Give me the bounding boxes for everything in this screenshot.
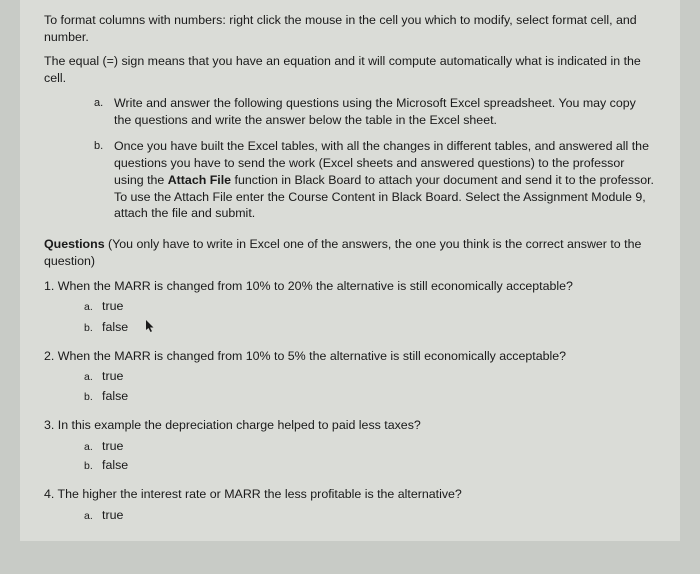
questions-heading-rest: (You only have to write in Excel one of … — [44, 237, 641, 268]
option-value: false — [102, 457, 128, 474]
option-value: true — [102, 438, 123, 455]
question-1-text: 1. When the MARR is changed from 10% to … — [44, 278, 656, 295]
question-1: 1. When the MARR is changed from 10% to … — [44, 278, 656, 336]
question-3-text: 3. In this example the depreciation char… — [44, 417, 656, 434]
option-marker: a. — [84, 370, 102, 384]
question-4: 4. The higher the interest rate or MARR … — [44, 486, 656, 523]
questions-heading-bold: Questions — [44, 237, 105, 251]
question-4-options: a. true — [84, 507, 656, 524]
option-value: true — [102, 507, 123, 524]
option-value: false — [102, 388, 128, 405]
option-value: true — [102, 368, 123, 385]
option-marker: b. — [84, 321, 102, 335]
option-value: true — [102, 298, 123, 315]
question-3: 3. In this example the depreciation char… — [44, 417, 656, 474]
question-3-option-a: a. true — [84, 438, 656, 455]
option-marker: a. — [84, 440, 102, 454]
document-page: To format columns with numbers: right cl… — [20, 0, 680, 541]
instruction-a-body: Write and answer the following questions… — [114, 95, 656, 128]
instruction-b: b. Once you have built the Excel tables,… — [94, 138, 656, 222]
option-value: false — [102, 319, 128, 336]
list-marker-b: b. — [94, 138, 114, 222]
intro-paragraph-2: The equal (=) sign means that you have a… — [44, 53, 656, 86]
mouse-cursor-icon — [146, 320, 155, 338]
attach-file-bold: Attach File — [168, 173, 231, 187]
question-2-text: 2. When the MARR is changed from 10% to … — [44, 348, 656, 365]
option-marker: a. — [84, 509, 102, 523]
question-1-options: a. true b. false — [84, 298, 656, 335]
question-1-option-b: b. false — [84, 318, 656, 336]
intro-section: To format columns with numbers: right cl… — [44, 12, 656, 87]
question-2-option-a: a. true — [84, 368, 656, 385]
list-marker-a: a. — [94, 95, 114, 128]
instruction-b-body: Once you have built the Excel tables, wi… — [114, 138, 656, 222]
question-4-option-a: a. true — [84, 507, 656, 524]
question-2-option-b: b. false — [84, 388, 656, 405]
questions-heading: Questions (You only have to write in Exc… — [44, 236, 656, 269]
instructions-list: a. Write and answer the following questi… — [94, 95, 656, 222]
question-2: 2. When the MARR is changed from 10% to … — [44, 348, 656, 405]
option-marker: a. — [84, 300, 102, 314]
question-2-options: a. true b. false — [84, 368, 656, 404]
question-3-option-b: b. false — [84, 457, 656, 474]
question-3-options: a. true b. false — [84, 438, 656, 474]
option-marker: b. — [84, 390, 102, 404]
question-4-text: 4. The higher the interest rate or MARR … — [44, 486, 656, 503]
instruction-a: a. Write and answer the following questi… — [94, 95, 656, 128]
intro-paragraph-1: To format columns with numbers: right cl… — [44, 12, 656, 45]
question-1-option-a: a. true — [84, 298, 656, 315]
option-marker: b. — [84, 459, 102, 473]
